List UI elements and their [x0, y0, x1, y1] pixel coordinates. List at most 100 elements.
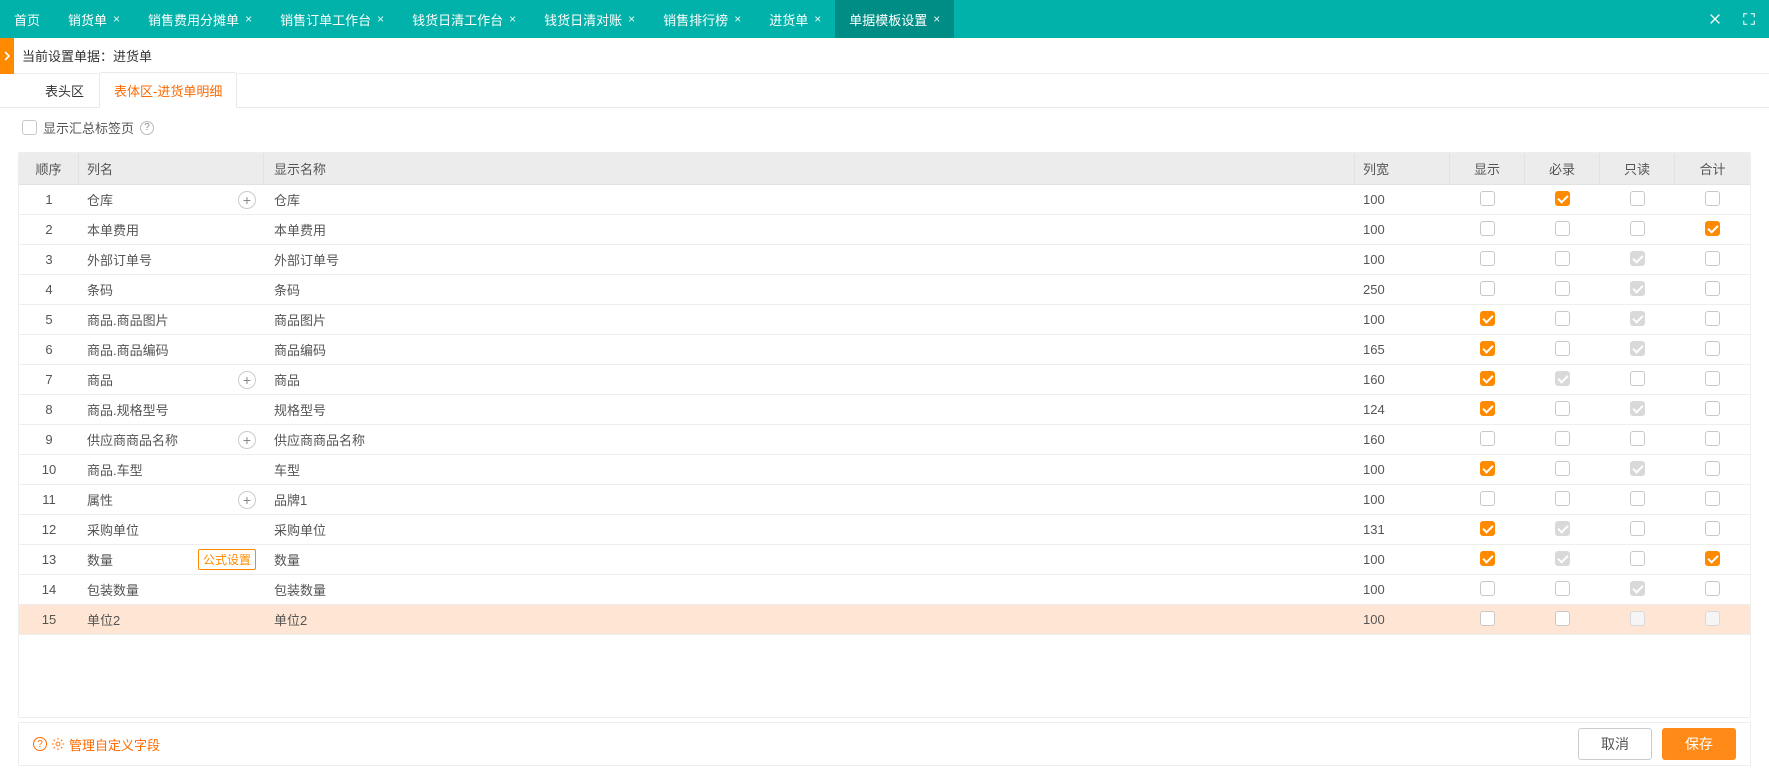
cell-width[interactable]: 165 — [1355, 342, 1450, 357]
cell-width[interactable]: 131 — [1355, 522, 1450, 537]
cell-width[interactable]: 100 — [1355, 252, 1450, 267]
table-row[interactable]: 7商品+商品160 — [19, 365, 1750, 395]
show-checkbox[interactable] — [1480, 461, 1495, 476]
add-icon[interactable]: + — [238, 491, 256, 509]
sum-checkbox[interactable] — [1705, 551, 1720, 566]
close-all-tabs-icon[interactable] — [1701, 5, 1729, 33]
cell-width[interactable]: 100 — [1355, 552, 1450, 567]
readonly-checkbox[interactable] — [1630, 371, 1645, 386]
cell-display-name[interactable]: 仓库 — [264, 190, 1355, 209]
required-checkbox[interactable] — [1555, 581, 1570, 596]
table-row[interactable]: 9供应商商品名称+供应商商品名称160 — [19, 425, 1750, 455]
show-checkbox[interactable] — [1480, 341, 1495, 356]
table-row[interactable]: 13数量公式设置数量100 — [19, 545, 1750, 575]
manage-custom-fields-link[interactable]: 管理自定义字段 — [69, 735, 160, 754]
cell-display-name[interactable]: 商品图片 — [264, 310, 1355, 329]
sum-checkbox[interactable] — [1705, 311, 1720, 326]
top-tab[interactable]: 进货单× — [755, 0, 835, 38]
sum-checkbox[interactable] — [1705, 281, 1720, 296]
cell-display-name[interactable]: 本单费用 — [264, 220, 1355, 239]
cell-display-name[interactable]: 车型 — [264, 460, 1355, 479]
cell-display-name[interactable]: 商品 — [264, 370, 1355, 389]
cell-width[interactable]: 100 — [1355, 192, 1450, 207]
close-icon[interactable]: × — [814, 12, 821, 26]
table-row[interactable]: 2本单费用本单费用100 — [19, 215, 1750, 245]
section-tab[interactable]: 表体区-进货单明细 — [99, 72, 237, 108]
cell-display-name[interactable]: 数量 — [264, 550, 1355, 569]
table-row[interactable]: 6商品.商品编码商品编码165 — [19, 335, 1750, 365]
top-tab[interactable]: 钱货日清工作台× — [398, 0, 530, 38]
formula-settings-button[interactable]: 公式设置 — [198, 549, 256, 570]
required-checkbox[interactable] — [1555, 401, 1570, 416]
table-row[interactable]: 4条码条码250 — [19, 275, 1750, 305]
help-icon[interactable]: ? — [140, 121, 154, 135]
top-tab[interactable]: 钱货日清对账× — [530, 0, 649, 38]
table-row[interactable]: 11属性+品牌1100 — [19, 485, 1750, 515]
cell-width[interactable]: 100 — [1355, 462, 1450, 477]
sum-checkbox[interactable] — [1705, 401, 1720, 416]
cell-width[interactable]: 250 — [1355, 282, 1450, 297]
readonly-checkbox[interactable] — [1630, 191, 1645, 206]
show-checkbox[interactable] — [1480, 491, 1495, 506]
show-checkbox[interactable] — [1480, 221, 1495, 236]
required-checkbox[interactable] — [1555, 281, 1570, 296]
cell-display-name[interactable]: 规格型号 — [264, 400, 1355, 419]
help-icon[interactable]: ? — [33, 737, 47, 751]
cell-width[interactable]: 100 — [1355, 222, 1450, 237]
sum-checkbox[interactable] — [1705, 461, 1720, 476]
show-checkbox[interactable] — [1480, 401, 1495, 416]
show-checkbox[interactable] — [1480, 521, 1495, 536]
cell-display-name[interactable]: 条码 — [264, 280, 1355, 299]
required-checkbox[interactable] — [1555, 611, 1570, 626]
table-row[interactable]: 3外部订单号外部订单号100 — [19, 245, 1750, 275]
show-checkbox[interactable] — [1480, 581, 1495, 596]
cell-width[interactable]: 124 — [1355, 402, 1450, 417]
show-checkbox[interactable] — [1480, 281, 1495, 296]
show-checkbox[interactable] — [1480, 311, 1495, 326]
readonly-checkbox[interactable] — [1630, 431, 1645, 446]
cell-width[interactable]: 100 — [1355, 492, 1450, 507]
close-icon[interactable]: × — [933, 12, 940, 26]
required-checkbox[interactable] — [1555, 191, 1570, 206]
readonly-checkbox[interactable] — [1630, 491, 1645, 506]
sum-checkbox[interactable] — [1705, 191, 1720, 206]
table-row[interactable]: 5商品.商品图片商品图片100 — [19, 305, 1750, 335]
top-tab[interactable]: 销售订单工作台× — [266, 0, 398, 38]
cell-width[interactable]: 100 — [1355, 582, 1450, 597]
required-checkbox[interactable] — [1555, 461, 1570, 476]
top-tab[interactable]: 销售排行榜× — [649, 0, 755, 38]
required-checkbox[interactable] — [1555, 251, 1570, 266]
table-row[interactable]: 10商品.车型车型100 — [19, 455, 1750, 485]
sum-checkbox[interactable] — [1705, 581, 1720, 596]
cell-display-name[interactable]: 采购单位 — [264, 520, 1355, 539]
show-checkbox[interactable] — [1480, 431, 1495, 446]
collapse-handle-icon[interactable] — [0, 38, 14, 74]
cell-display-name[interactable]: 包装数量 — [264, 580, 1355, 599]
sum-checkbox[interactable] — [1705, 521, 1720, 536]
sum-checkbox[interactable] — [1705, 491, 1720, 506]
required-checkbox[interactable] — [1555, 431, 1570, 446]
add-icon[interactable]: + — [238, 191, 256, 209]
close-icon[interactable]: × — [628, 12, 635, 26]
cell-display-name[interactable]: 商品编码 — [264, 340, 1355, 359]
required-checkbox[interactable] — [1555, 221, 1570, 236]
top-tab[interactable]: 单据模板设置× — [835, 0, 954, 38]
cell-display-name[interactable]: 外部订单号 — [264, 250, 1355, 269]
show-checkbox[interactable] — [1480, 611, 1495, 626]
table-row[interactable]: 12采购单位采购单位131 — [19, 515, 1750, 545]
readonly-checkbox[interactable] — [1630, 221, 1645, 236]
top-tab[interactable]: 首页 — [0, 0, 54, 38]
show-checkbox[interactable] — [1480, 371, 1495, 386]
cell-width[interactable]: 100 — [1355, 312, 1450, 327]
table-row[interactable]: 1仓库+仓库100 — [19, 185, 1750, 215]
close-icon[interactable]: × — [734, 12, 741, 26]
fullscreen-icon[interactable] — [1735, 5, 1763, 33]
cell-display-name[interactable]: 品牌1 — [264, 490, 1355, 509]
add-icon[interactable]: + — [238, 431, 256, 449]
readonly-checkbox[interactable] — [1630, 521, 1645, 536]
show-checkbox[interactable] — [1480, 191, 1495, 206]
show-checkbox[interactable] — [1480, 551, 1495, 566]
cancel-button[interactable]: 取消 — [1578, 728, 1652, 760]
sum-checkbox[interactable] — [1705, 251, 1720, 266]
table-row[interactable]: 8商品.规格型号规格型号124 — [19, 395, 1750, 425]
